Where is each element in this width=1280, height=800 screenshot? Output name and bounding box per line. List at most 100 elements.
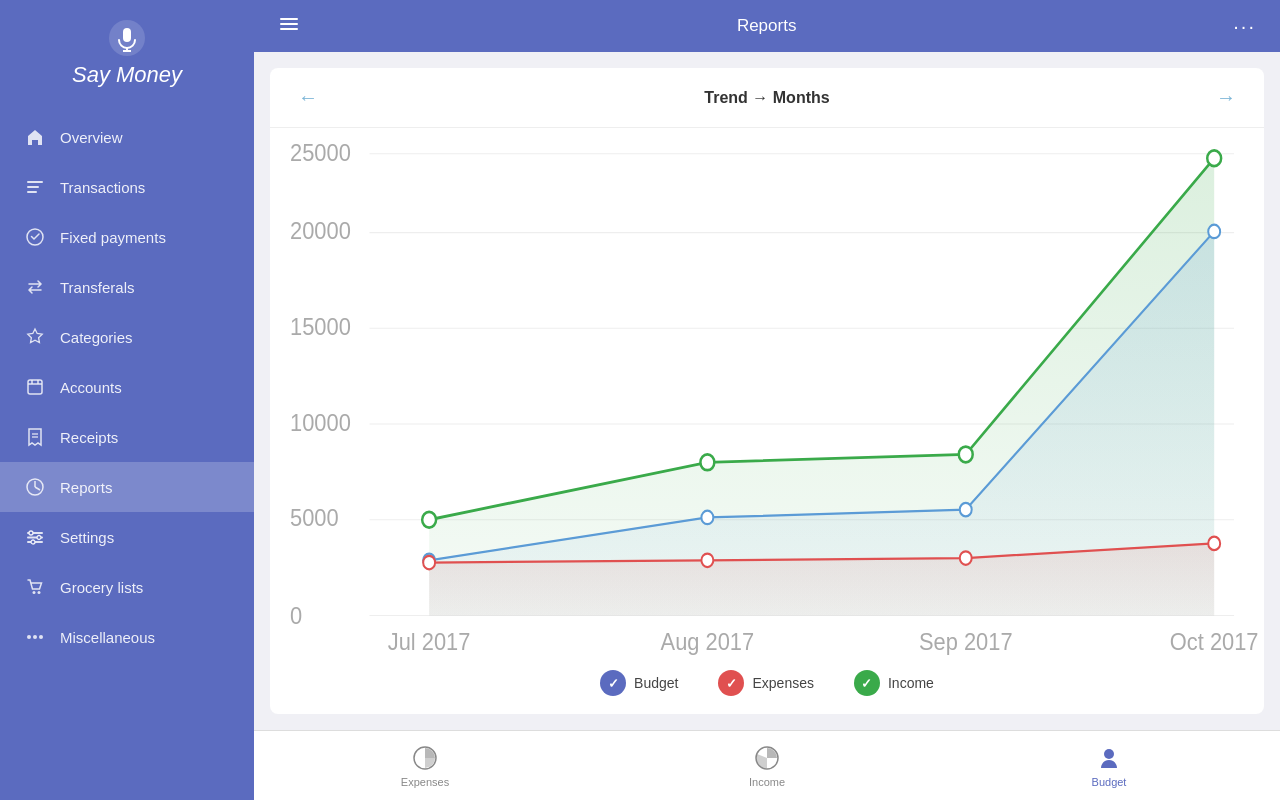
svg-rect-4 (27, 181, 43, 183)
chart-next-button[interactable]: → (1208, 82, 1244, 113)
svg-rect-6 (27, 191, 37, 193)
tab-income[interactable]: Income (596, 731, 938, 800)
tab-budget[interactable]: Budget (938, 731, 1280, 800)
svg-text:20000: 20000 (290, 217, 351, 245)
sidebar-item-transactions[interactable]: Transactions (0, 162, 254, 212)
expenses-legend-icon: ✓ (718, 670, 744, 696)
svg-text:Jul 2017: Jul 2017 (388, 628, 471, 656)
svg-rect-7 (28, 380, 42, 394)
svg-text:Aug 2017: Aug 2017 (661, 628, 755, 656)
chart-prev-button[interactable]: ← (290, 82, 326, 113)
sidebar-item-accounts[interactable]: Accounts (0, 362, 254, 412)
more-button[interactable]: ··· (1233, 15, 1256, 38)
legend-expenses: ✓ Expenses (718, 670, 813, 696)
legend-income: ✓ Income (854, 670, 934, 696)
chart-title: Trend → Months (704, 89, 829, 107)
svg-point-52 (423, 556, 435, 570)
svg-point-51 (1208, 225, 1220, 239)
svg-point-53 (701, 554, 713, 568)
svg-rect-24 (280, 28, 298, 30)
accounts-label: Accounts (60, 379, 122, 396)
sidebar-item-misc[interactable]: Miscellaneous (0, 612, 254, 662)
chart-body: 25000 20000 15000 10000 5000 0 Jul 2017 (270, 128, 1264, 656)
reports-icon (24, 476, 46, 498)
svg-point-55 (1208, 537, 1220, 551)
misc-icon (24, 626, 46, 648)
budget-legend-label: Budget (634, 675, 678, 691)
tab-expenses[interactable]: Expenses (254, 731, 596, 800)
svg-point-46 (959, 447, 973, 463)
expenses-tab-label: Expenses (401, 776, 449, 788)
income-tab-label: Income (749, 776, 785, 788)
receipts-icon (24, 426, 46, 448)
expenses-tab-icon (411, 744, 439, 772)
menu-button[interactable] (278, 13, 300, 40)
income-legend-label: Income (888, 675, 934, 691)
overview-label: Overview (60, 129, 123, 146)
sidebar-item-reports[interactable]: Reports (0, 462, 254, 512)
misc-label: Miscellaneous (60, 629, 155, 646)
svg-point-14 (29, 531, 33, 535)
chart-header: ← Trend → Months → (270, 68, 1264, 128)
receipts-label: Receipts (60, 429, 118, 446)
svg-text:25000: 25000 (290, 138, 351, 166)
grocery-label: Grocery lists (60, 579, 143, 596)
sidebar-item-categories[interactable]: Categories (0, 312, 254, 362)
fixed-payments-label: Fixed payments (60, 229, 166, 246)
logo-text: Say Money (72, 62, 182, 88)
svg-point-47 (1207, 150, 1221, 166)
svg-point-16 (31, 540, 35, 544)
svg-rect-23 (280, 23, 298, 25)
sidebar-item-transferals[interactable]: Transferals (0, 262, 254, 312)
grocery-icon (24, 576, 46, 598)
home-icon (24, 126, 46, 148)
chart-legend: ✓ Budget ✓ Expenses ✓ Income (270, 656, 1264, 714)
reports-label: Reports (60, 479, 113, 496)
topbar-title: Reports (737, 16, 797, 36)
transactions-icon (24, 176, 46, 198)
legend-budget: ✓ Budget (600, 670, 678, 696)
sidebar: Say Money Overview Transactions (0, 0, 254, 800)
accounts-icon (24, 376, 46, 398)
svg-point-20 (33, 635, 37, 639)
logo-icon (109, 20, 145, 56)
income-tab-icon (753, 744, 781, 772)
settings-icon (24, 526, 46, 548)
svg-point-44 (422, 512, 436, 528)
svg-text:5000: 5000 (290, 504, 339, 532)
expenses-legend-label: Expenses (752, 675, 813, 691)
sidebar-item-settings[interactable]: Settings (0, 512, 254, 562)
transactions-label: Transactions (60, 179, 145, 196)
svg-point-49 (701, 511, 713, 525)
svg-point-15 (37, 536, 41, 540)
sidebar-item-overview[interactable]: Overview (0, 112, 254, 162)
budget-tab-icon (1095, 744, 1123, 772)
fixed-payments-icon (24, 226, 46, 248)
svg-text:10000: 10000 (290, 409, 351, 437)
settings-label: Settings (60, 529, 114, 546)
svg-text:Oct 2017: Oct 2017 (1170, 628, 1259, 656)
svg-point-17 (33, 591, 36, 594)
svg-rect-5 (27, 186, 39, 188)
svg-point-54 (960, 551, 972, 565)
tabbar: Expenses Income (254, 730, 1280, 800)
svg-point-19 (27, 635, 31, 639)
sidebar-item-grocery[interactable]: Grocery lists (0, 562, 254, 612)
svg-point-45 (700, 454, 714, 470)
chart-card: ← Trend → Months → (270, 68, 1264, 714)
svg-rect-22 (280, 18, 298, 20)
transferals-icon (24, 276, 46, 298)
budget-tab-label: Budget (1092, 776, 1127, 788)
svg-point-18 (38, 591, 41, 594)
svg-text:15000: 15000 (290, 313, 351, 341)
transferals-label: Transferals (60, 279, 134, 296)
topbar: Reports ··· (254, 0, 1280, 52)
svg-point-50 (960, 503, 972, 517)
svg-rect-1 (123, 28, 131, 42)
categories-label: Categories (60, 329, 133, 346)
svg-point-58 (1104, 749, 1114, 759)
budget-legend-icon: ✓ (600, 670, 626, 696)
svg-text:Sep 2017: Sep 2017 (919, 628, 1013, 656)
sidebar-item-fixed-payments[interactable]: Fixed payments (0, 212, 254, 262)
sidebar-item-receipts[interactable]: Receipts (0, 412, 254, 462)
